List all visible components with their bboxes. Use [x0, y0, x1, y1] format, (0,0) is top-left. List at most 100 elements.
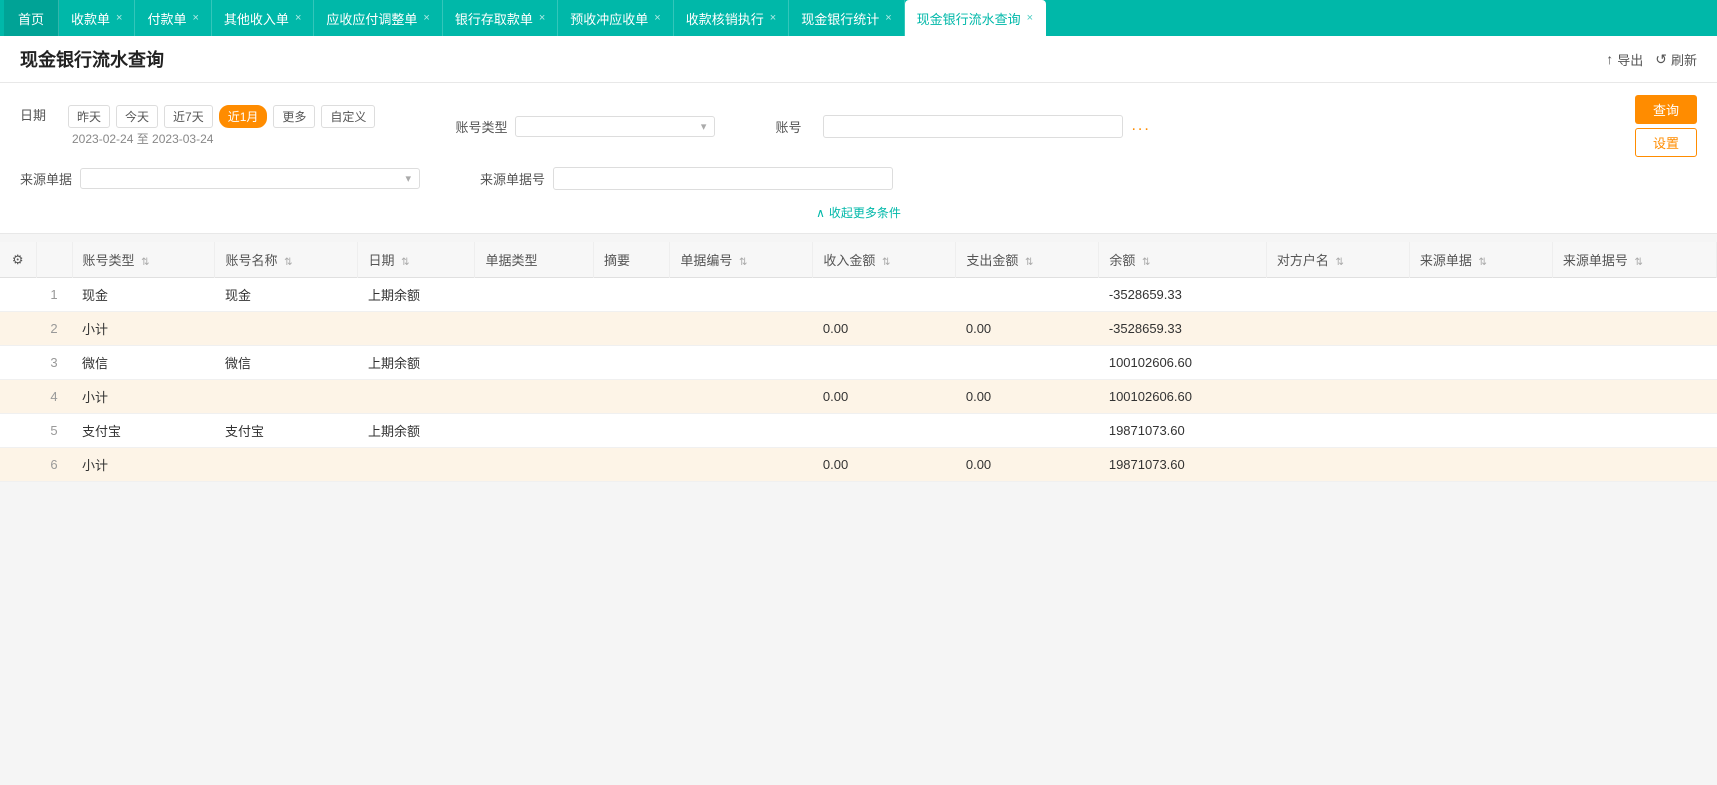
account-type-select[interactable]: ▾ — [515, 116, 715, 137]
cell-gear — [0, 448, 36, 482]
cell-summary — [594, 448, 670, 482]
collapse-icon: ∧ — [816, 206, 825, 220]
sort-income-icon: ⇅ — [882, 257, 890, 268]
nav-tab-stats[interactable]: 现金银行统计 × — [789, 0, 904, 36]
table-row[interactable]: 4小计0.000.00100102606.60 — [0, 380, 1717, 414]
cell-doc-no — [670, 312, 813, 346]
th-account-type[interactable]: 账号类型 ⇅ — [72, 242, 215, 278]
data-table: ⚙ 账号类型 ⇅ 账号名称 ⇅ 日期 ⇅ 单据类型 摘要 — [0, 242, 1717, 482]
account-no-input[interactable] — [823, 115, 1123, 138]
close-payment-icon[interactable]: × — [192, 12, 198, 24]
date-btn-more[interactable]: 更多 — [273, 105, 315, 128]
cell-expense: 0.00 — [956, 380, 1099, 414]
query-button[interactable]: 查询 — [1635, 95, 1697, 124]
nav-tab-other-income[interactable]: 其他收入单 × — [212, 0, 314, 36]
table-row[interactable]: 6小计0.000.0019871073.60 — [0, 448, 1717, 482]
cell-account-name: 现金 — [215, 278, 358, 312]
cell-num: 2 — [36, 312, 72, 346]
filter-row-1: 日期 昨天 今天 近7天 近1月 更多 自定义 2023-02-24 至 202… — [20, 95, 1697, 157]
th-counterpart[interactable]: 对方户名 ⇅ — [1266, 242, 1409, 278]
cell-counterpart — [1266, 448, 1409, 482]
cell-num: 3 — [36, 346, 72, 380]
nav-tab-flow-query[interactable]: 现金银行流水查询 × — [905, 0, 1046, 36]
account-no-label: 账号 — [775, 117, 815, 136]
date-btn-1month[interactable]: 近1月 — [219, 105, 268, 128]
table-row[interactable]: 2小计0.000.00-3528659.33 — [0, 312, 1717, 346]
source-doc-no-input[interactable] — [553, 167, 893, 190]
cell-gear — [0, 346, 36, 380]
refresh-button[interactable]: ↺ 刷新 — [1655, 50, 1697, 69]
source-doc-no-filter: 来源单据号 — [480, 167, 893, 190]
close-flow-query-icon[interactable]: × — [1027, 12, 1033, 24]
close-adjustment-icon[interactable]: × — [423, 12, 429, 24]
close-bank-deposit-icon[interactable]: × — [539, 12, 545, 24]
th-date[interactable]: 日期 ⇅ — [358, 242, 475, 278]
cell-account-type: 小计 — [72, 312, 215, 346]
sort-date-icon: ⇅ — [401, 257, 409, 268]
close-receipt-icon[interactable]: × — [116, 12, 122, 24]
cell-source-doc-no — [1552, 346, 1716, 380]
setting-button[interactable]: 设置 — [1635, 128, 1697, 157]
date-btn-yesterday[interactable]: 昨天 — [68, 105, 110, 128]
cell-account-type: 现金 — [72, 278, 215, 312]
bank-deposit-tab-label: 银行存取款单 — [455, 9, 533, 28]
cell-account-name: 支付宝 — [215, 414, 358, 448]
cell-income — [813, 414, 956, 448]
nav-tab-prepay[interactable]: 预收冲应收单 × — [558, 0, 673, 36]
refresh-icon: ↺ — [1655, 51, 1667, 68]
sort-balance-icon: ⇅ — [1142, 257, 1150, 268]
collapse-bar[interactable]: ∧ 收起更多条件 — [20, 200, 1697, 225]
cell-source-doc — [1409, 414, 1552, 448]
filter-area: 日期 昨天 今天 近7天 近1月 更多 自定义 2023-02-24 至 202… — [0, 83, 1717, 234]
account-type-arrow-icon: ▾ — [701, 120, 707, 133]
table-row[interactable]: 3微信微信上期余额100102606.60 — [0, 346, 1717, 380]
source-doc-arrow-icon: ▾ — [405, 172, 411, 185]
other-income-tab-label: 其他收入单 — [224, 9, 289, 28]
cell-doc-type — [475, 312, 594, 346]
source-doc-no-label: 来源单据号 — [480, 169, 545, 188]
th-doc-no[interactable]: 单据编号 ⇅ — [670, 242, 813, 278]
th-income[interactable]: 收入金额 ⇅ — [813, 242, 956, 278]
table-header-row: ⚙ 账号类型 ⇅ 账号名称 ⇅ 日期 ⇅ 单据类型 摘要 — [0, 242, 1717, 278]
account-no-dots[interactable]: ... — [1131, 117, 1150, 135]
th-balance[interactable]: 余额 ⇅ — [1099, 242, 1267, 278]
export-button[interactable]: ↑ 导出 — [1606, 50, 1643, 69]
filter-row-2: 来源单据 ▾ 来源单据号 — [20, 167, 1697, 190]
nav-tab-adjustment[interactable]: 应收应付调整单 × — [314, 0, 442, 36]
nav-tab-bank-deposit[interactable]: 银行存取款单 × — [443, 0, 558, 36]
sort-source-doc-no-icon: ⇅ — [1635, 257, 1643, 268]
cell-doc-type — [475, 278, 594, 312]
cell-gear — [0, 312, 36, 346]
source-doc-select[interactable]: ▾ — [80, 168, 420, 189]
sort-source-doc-icon: ⇅ — [1479, 257, 1487, 268]
nav-tab-payment[interactable]: 付款单 × — [135, 0, 211, 36]
th-gear[interactable]: ⚙ — [0, 242, 36, 278]
date-btn-today[interactable]: 今天 — [116, 105, 158, 128]
nav-tab-home[interactable]: 首页 — [4, 0, 59, 36]
th-source-doc[interactable]: 来源单据 ⇅ — [1409, 242, 1552, 278]
cell-account-name — [215, 380, 358, 414]
table-row[interactable]: 5支付宝支付宝上期余额19871073.60 — [0, 414, 1717, 448]
cell-expense: 0.00 — [956, 448, 1099, 482]
close-prepay-icon[interactable]: × — [654, 12, 660, 24]
th-source-doc-no[interactable]: 来源单据号 ⇅ — [1552, 242, 1716, 278]
cell-balance: -3528659.33 — [1099, 312, 1267, 346]
table-area: ⚙ 账号类型 ⇅ 账号名称 ⇅ 日期 ⇅ 单据类型 摘要 — [0, 242, 1717, 482]
sort-doc-no-icon: ⇅ — [739, 257, 747, 268]
close-stats-icon[interactable]: × — [885, 12, 891, 24]
date-options-row: 昨天 今天 近7天 近1月 更多 自定义 — [68, 105, 375, 128]
receipt-tab-label: 收款单 — [71, 9, 110, 28]
cell-doc-type — [475, 380, 594, 414]
account-no-filter: 账号 ... — [775, 115, 1615, 138]
nav-tab-verify[interactable]: 收款核销执行 × — [674, 0, 789, 36]
date-btn-7days[interactable]: 近7天 — [164, 105, 213, 128]
table-row[interactable]: 1现金现金上期余额-3528659.33 — [0, 278, 1717, 312]
date-btn-custom[interactable]: 自定义 — [321, 105, 375, 128]
close-other-income-icon[interactable]: × — [295, 12, 301, 24]
th-account-name[interactable]: 账号名称 ⇅ — [215, 242, 358, 278]
th-expense[interactable]: 支出金额 ⇅ — [956, 242, 1099, 278]
cell-source-doc-no — [1552, 448, 1716, 482]
refresh-label: 刷新 — [1671, 50, 1697, 69]
nav-tab-receipt[interactable]: 收款单 × — [59, 0, 135, 36]
close-verify-icon[interactable]: × — [770, 12, 776, 24]
